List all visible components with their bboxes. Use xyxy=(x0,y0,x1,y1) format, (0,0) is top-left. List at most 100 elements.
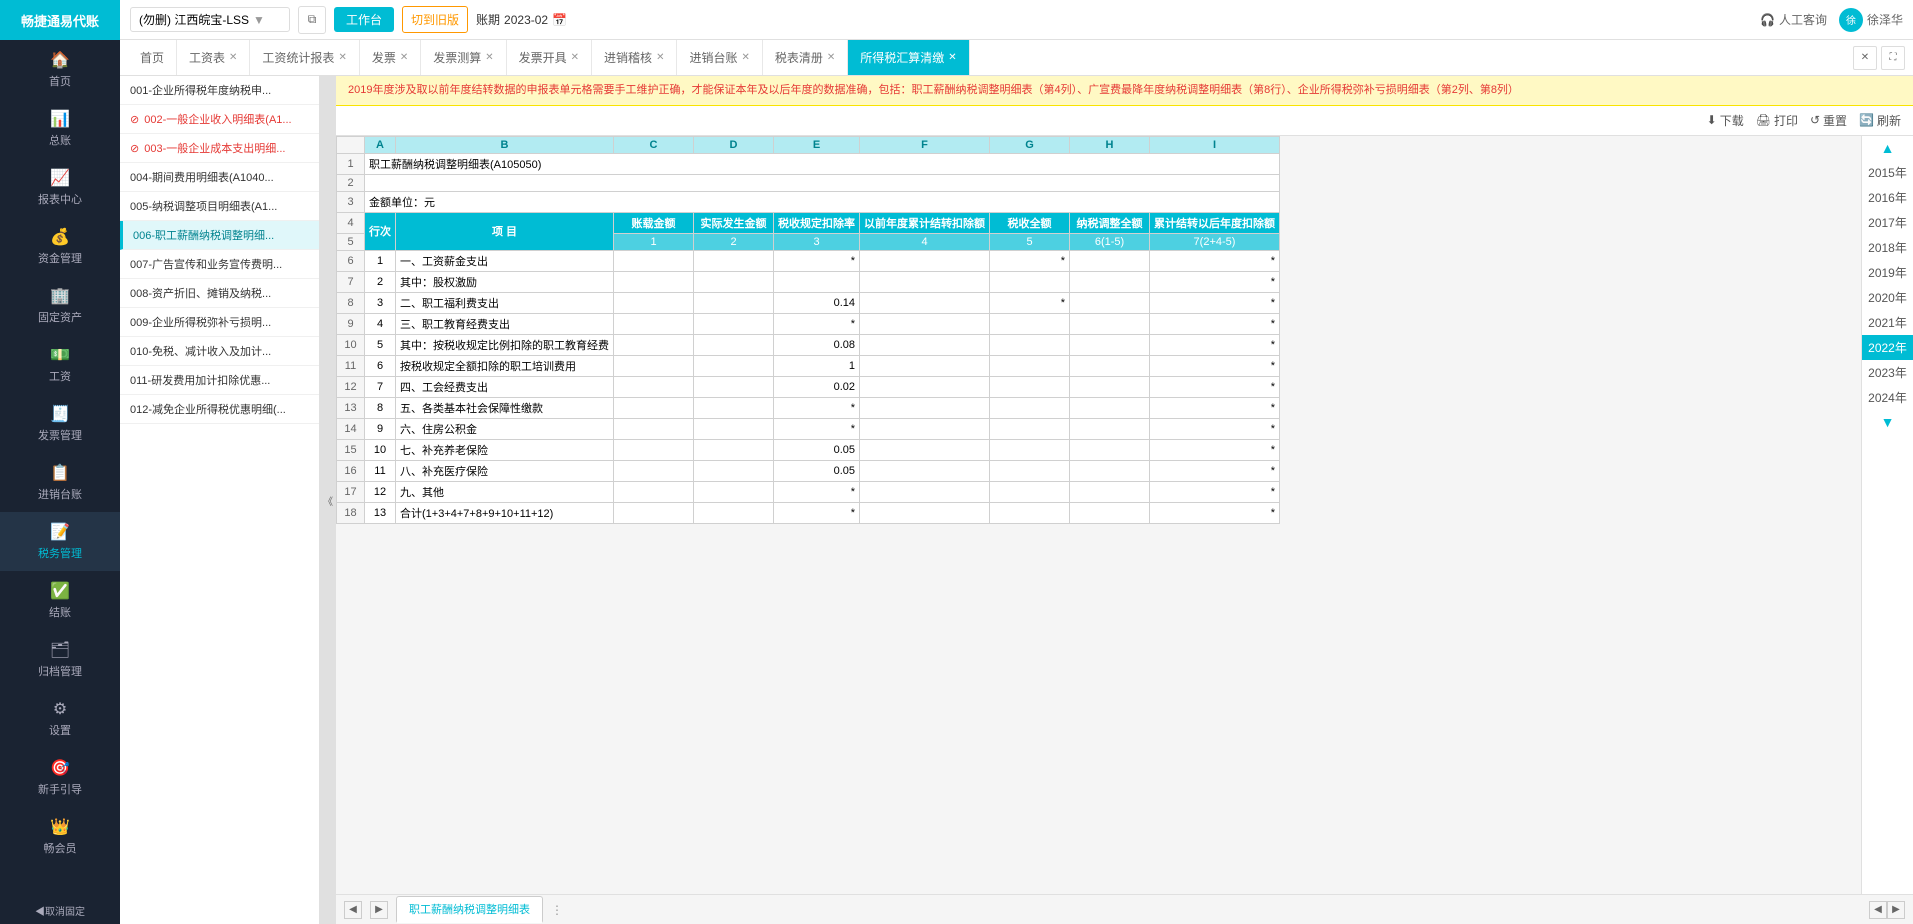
tab-audit[interactable]: 进销稽核 ✕ xyxy=(592,40,677,76)
col-f-val[interactable] xyxy=(860,439,990,460)
row-label[interactable]: 合计(1+3+4+7+8+9+10+11+12) xyxy=(396,502,614,523)
row-label[interactable]: 按税收规定全额扣除的职工培训费用 xyxy=(396,355,614,376)
col-g-val[interactable] xyxy=(990,439,1070,460)
col-i-val[interactable]: * xyxy=(1150,355,1280,376)
row-label[interactable]: 九、其他 xyxy=(396,481,614,502)
row-seq[interactable]: 3 xyxy=(365,292,396,313)
col-e-val[interactable]: * xyxy=(774,397,860,418)
col-h-val[interactable] xyxy=(1070,397,1150,418)
tabs-expand-btn[interactable]: ⛶ xyxy=(1881,46,1905,70)
tab-close-icon[interactable]: ✕ xyxy=(656,52,664,63)
sidebar-item-settings[interactable]: ⚙ 设置 xyxy=(0,689,120,748)
sidebar-item-sales[interactable]: 📋 进销台账 xyxy=(0,453,120,512)
form-item-007[interactable]: 007-广告宣传和业务宣传费明... xyxy=(120,250,319,279)
sidebar-item-member[interactable]: 👑 畅会员 xyxy=(0,807,120,866)
col-d-val[interactable] xyxy=(694,502,774,523)
cancel-pin-btn[interactable]: ◀取消固定 xyxy=(0,897,120,924)
col-g-val[interactable] xyxy=(990,376,1070,397)
col-f-val[interactable] xyxy=(860,460,990,481)
row-seq[interactable]: 2 xyxy=(365,271,396,292)
col-d-val[interactable] xyxy=(694,355,774,376)
col-g-val[interactable]: * xyxy=(990,250,1070,271)
sidebar-item-guide[interactable]: 🎯 新手引导 xyxy=(0,748,120,807)
year-2022[interactable]: 2022年 xyxy=(1862,335,1913,360)
col-g-val[interactable] xyxy=(990,313,1070,334)
col-d-val[interactable] xyxy=(694,439,774,460)
year-nav-up-btn[interactable]: ▲ xyxy=(1862,136,1913,160)
col-e-val[interactable]: 0.14 xyxy=(774,292,860,313)
sidebar-item-invoice[interactable]: 🧾 发票管理 xyxy=(0,394,120,453)
sidebar-item-salary[interactable]: 💵 工资 xyxy=(0,335,120,394)
col-g-val[interactable] xyxy=(990,502,1070,523)
col-f-val[interactable] xyxy=(860,355,990,376)
row-label[interactable]: 二、职工福利费支出 xyxy=(396,292,614,313)
form-item-004[interactable]: 004-期间费用明细表(A1040... xyxy=(120,163,319,192)
col-i-val[interactable]: * xyxy=(1150,397,1280,418)
row-seq[interactable]: 7 xyxy=(365,376,396,397)
col-d-val[interactable] xyxy=(694,460,774,481)
copy-icon-btn[interactable]: ⧉ xyxy=(298,6,326,34)
col-c-val[interactable] xyxy=(614,460,694,481)
form-item-003[interactable]: ⊘ 003-一般企业成本支出明细... xyxy=(120,134,319,163)
collapse-panel-btn[interactable]: 《 xyxy=(320,76,336,924)
col-g-val[interactable]: * xyxy=(990,292,1070,313)
col-i-val[interactable]: * xyxy=(1150,439,1280,460)
col-i-val[interactable]: * xyxy=(1150,271,1280,292)
col-g-val[interactable] xyxy=(990,271,1070,292)
user-info[interactable]: 徐 徐泽华 xyxy=(1839,8,1903,32)
col-i-val[interactable]: * xyxy=(1150,481,1280,502)
col-i-val[interactable]: * xyxy=(1150,376,1280,397)
col-f-val[interactable] xyxy=(860,481,990,502)
sidebar-item-tax[interactable]: 📝 税务管理 xyxy=(0,512,120,571)
row-label[interactable]: 六、住房公积金 xyxy=(396,418,614,439)
row-label[interactable]: 七、补充养老保险 xyxy=(396,439,614,460)
download-btn[interactable]: ⬇ 下载 xyxy=(1707,112,1744,129)
col-d-val[interactable] xyxy=(694,250,774,271)
year-2021[interactable]: 2021年 xyxy=(1862,310,1913,335)
form-item-005[interactable]: 005-纳税调整项目明细表(A1... xyxy=(120,192,319,221)
col-g-val[interactable] xyxy=(990,334,1070,355)
tab-home[interactable]: 首页 xyxy=(128,40,177,76)
col-f-val[interactable] xyxy=(860,502,990,523)
col-d-val[interactable] xyxy=(694,397,774,418)
col-h-val[interactable] xyxy=(1070,292,1150,313)
col-c-val[interactable] xyxy=(614,313,694,334)
sidebar-item-fund[interactable]: 💰 资金管理 xyxy=(0,217,120,276)
tab-salary[interactable]: 工资表 ✕ xyxy=(177,40,250,76)
sheet-scroll-left-btn[interactable]: ◀ xyxy=(344,901,362,919)
col-c-val[interactable] xyxy=(614,292,694,313)
form-item-008[interactable]: 008-资产折旧、摊销及纳税... xyxy=(120,279,319,308)
col-i-val[interactable]: * xyxy=(1150,502,1280,523)
col-c-val[interactable] xyxy=(614,418,694,439)
col-e-val[interactable]: 0.08 xyxy=(774,334,860,355)
col-f-val[interactable] xyxy=(860,334,990,355)
tab-close-icon[interactable]: ✕ xyxy=(948,52,956,63)
sidebar-item-archive[interactable]: 🗂 归档管理 xyxy=(0,630,120,689)
company-selector[interactable]: (勿删) 江西皖宝-LSS ▼ xyxy=(130,7,290,32)
sheet-tab-scroll-right[interactable]: ▶ xyxy=(1887,901,1905,919)
col-i-val[interactable]: * xyxy=(1150,334,1280,355)
year-2018[interactable]: 2018年 xyxy=(1862,235,1913,260)
col-e-val[interactable]: * xyxy=(774,502,860,523)
col-f-val[interactable] xyxy=(860,250,990,271)
tab-invoice-issue[interactable]: 发票开具 ✕ xyxy=(507,40,592,76)
year-2019[interactable]: 2019年 xyxy=(1862,260,1913,285)
sidebar-item-close[interactable]: ✅ 结账 xyxy=(0,571,120,630)
col-h-val[interactable] xyxy=(1070,502,1150,523)
form-item-002[interactable]: ⊘ 002-一般企业收入明细表(A1... xyxy=(120,105,319,134)
col-i-val[interactable]: * xyxy=(1150,292,1280,313)
row-seq[interactable]: 8 xyxy=(365,397,396,418)
col-d-val[interactable] xyxy=(694,271,774,292)
col-h-val[interactable] xyxy=(1070,376,1150,397)
col-g-val[interactable] xyxy=(990,460,1070,481)
col-c-val[interactable] xyxy=(614,334,694,355)
tab-purchase-sales[interactable]: 进销台账 ✕ xyxy=(677,40,762,76)
row-label[interactable]: 四、工会经费支出 xyxy=(396,376,614,397)
col-c-val[interactable] xyxy=(614,271,694,292)
col-e-val[interactable]: * xyxy=(774,313,860,334)
reset-btn[interactable]: ↺ 重置 xyxy=(1810,112,1847,129)
sidebar-item-asset[interactable]: 🏢 固定资产 xyxy=(0,276,120,335)
year-2024[interactable]: 2024年 xyxy=(1862,385,1913,410)
support-btn[interactable]: 🎧 人工客询 xyxy=(1760,11,1827,28)
row-seq[interactable]: 10 xyxy=(365,439,396,460)
